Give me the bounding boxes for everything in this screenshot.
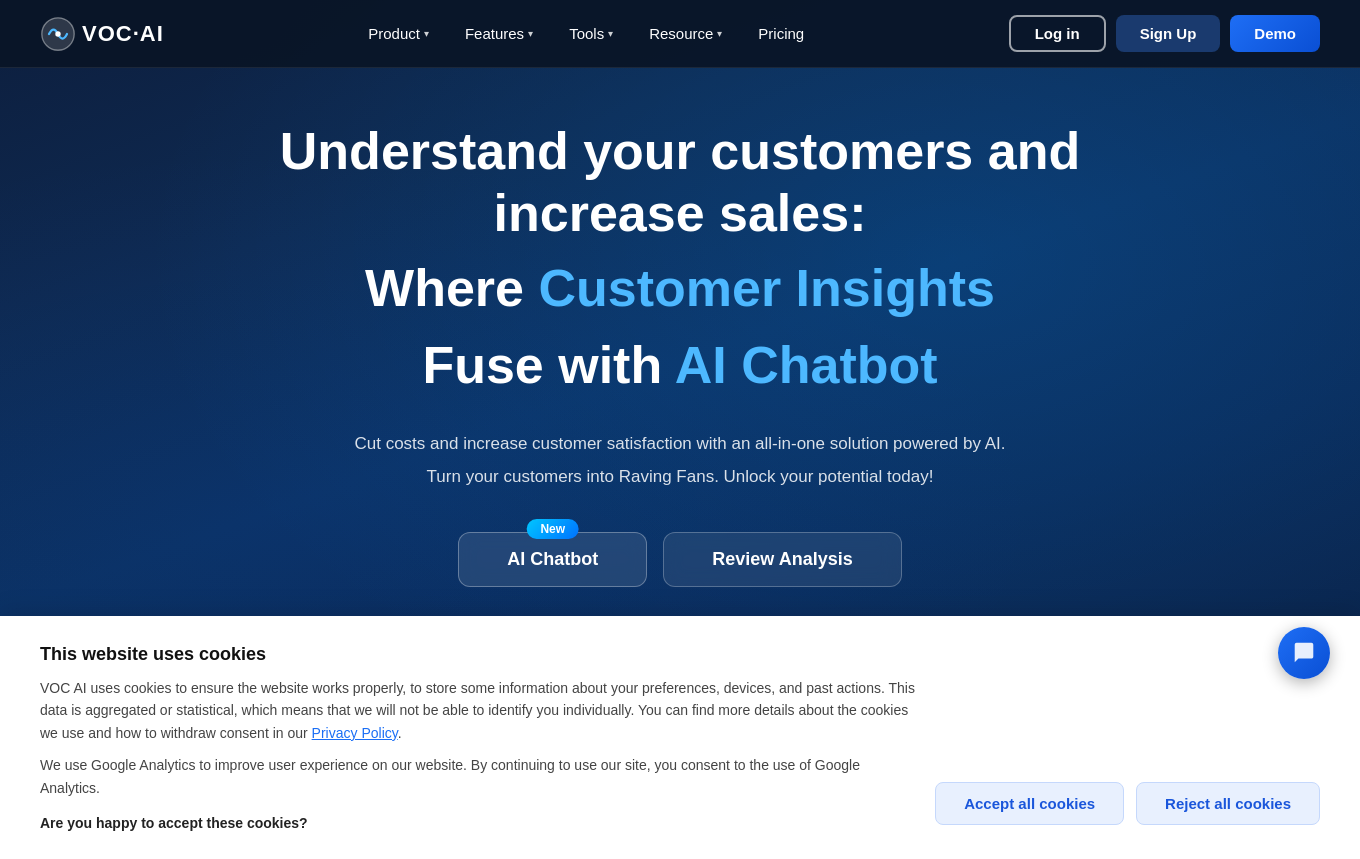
nav-item-tools[interactable]: Tools ▾	[553, 17, 629, 50]
nav-item-pricing[interactable]: Pricing	[742, 17, 820, 50]
hero-title-line2: Where Customer Insights	[365, 255, 995, 323]
new-badge: New	[526, 519, 579, 539]
nav-link-features[interactable]: Features ▾	[449, 17, 549, 50]
demo-button[interactable]: Demo	[1230, 15, 1320, 52]
navbar: VOC·AI Product ▾ Features ▾ Tools ▾ Reso…	[0, 0, 1360, 68]
chat-bubble-button[interactable]	[1278, 627, 1330, 679]
nav-item-resource[interactable]: Resource ▾	[633, 17, 738, 50]
nav-link-resource[interactable]: Resource ▾	[633, 17, 738, 50]
chat-icon	[1291, 640, 1317, 666]
logo-text: VOC·AI	[82, 21, 164, 47]
hero-title-line3: Fuse with AI Chatbot	[422, 332, 937, 400]
hero-subtitle1: Cut costs and increase customer satisfac…	[354, 430, 1005, 457]
reject-cookies-button[interactable]: Reject all cookies	[1136, 782, 1320, 825]
nav-actions: Log in Sign Up Demo	[1009, 15, 1320, 52]
nav-link-tools[interactable]: Tools ▾	[553, 17, 629, 50]
logo[interactable]: VOC·AI	[40, 16, 164, 52]
nav-link-product[interactable]: Product ▾	[352, 17, 445, 50]
cookie-analytics: We use Google Analytics to improve user …	[40, 754, 920, 799]
nav-item-product[interactable]: Product ▾	[352, 17, 445, 50]
hero-cta-group: New AI Chatbot Review Analysis	[458, 532, 901, 587]
svg-point-1	[55, 31, 60, 36]
hero-subtitle2: Turn your customers into Raving Fans. Un…	[427, 463, 934, 490]
login-button[interactable]: Log in	[1009, 15, 1106, 52]
accept-cookies-button[interactable]: Accept all cookies	[935, 782, 1124, 825]
cookie-banner: This website uses cookies VOC AI uses co…	[0, 616, 1360, 859]
chevron-down-icon: ▾	[608, 28, 613, 39]
review-analysis-button[interactable]: Review Analysis	[663, 532, 901, 587]
cookie-actions: Accept all cookies Reject all cookies	[935, 782, 1320, 825]
logo-icon	[40, 16, 76, 52]
chevron-down-icon: ▾	[528, 28, 533, 39]
hero-title-line1: Understand your customers and increase s…	[230, 120, 1130, 245]
nav-item-features[interactable]: Features ▾	[449, 17, 549, 50]
chevron-down-icon: ▾	[717, 28, 722, 39]
nav-links: Product ▾ Features ▾ Tools ▾ Resource ▾	[352, 17, 820, 50]
privacy-policy-link[interactable]: Privacy Policy	[312, 725, 398, 741]
nav-link-pricing[interactable]: Pricing	[742, 17, 820, 50]
signup-button[interactable]: Sign Up	[1116, 15, 1221, 52]
cookie-body: VOC AI uses cookies to ensure the websit…	[40, 677, 920, 744]
chevron-down-icon: ▾	[424, 28, 429, 39]
ai-chatbot-button[interactable]: New AI Chatbot	[458, 532, 647, 587]
cookie-title: This website uses cookies	[40, 644, 1320, 665]
